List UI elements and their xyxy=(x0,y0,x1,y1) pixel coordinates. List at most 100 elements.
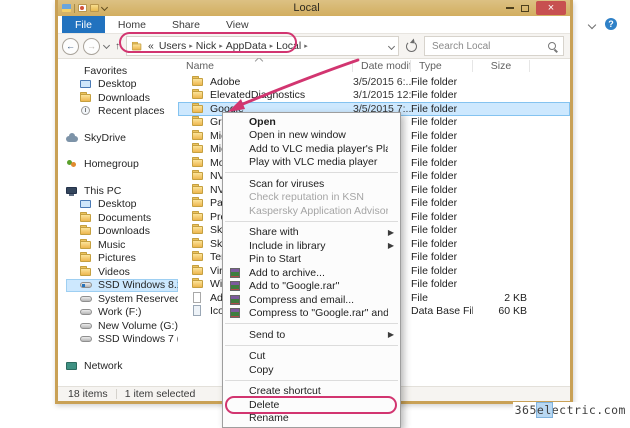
context-menu-item[interactable]: Play with VLC media player ▶ xyxy=(223,156,400,173)
breadcrumb-item[interactable]: AppData xyxy=(225,40,268,52)
context-menu-item[interactable]: Add to VLC media player's Playlist ▶ xyxy=(223,142,400,156)
address-dropdown-chevron-icon[interactable] xyxy=(387,42,396,50)
maximize-button[interactable] xyxy=(521,4,529,12)
breadcrumb-item[interactable]: Users xyxy=(158,40,187,52)
refresh-icon[interactable] xyxy=(406,40,417,52)
context-menu-item[interactable]: Open ▶ xyxy=(223,115,400,129)
column-header-type[interactable]: Type xyxy=(411,60,473,72)
context-menu-item[interactable]: Check reputation in KSN ▶ xyxy=(223,191,400,205)
search-box[interactable] xyxy=(424,36,564,56)
file-type: File folder xyxy=(411,170,458,183)
breadcrumb-separator-icon[interactable]: ▸ xyxy=(302,42,310,50)
search-input[interactable] xyxy=(430,39,547,53)
column-header-name[interactable]: Name xyxy=(178,60,353,72)
context-menu-item[interactable]: Open in new window ▶ xyxy=(223,129,400,143)
address-breadcrumb-box[interactable]: « Users ▸ Nick ▸ AppData ▸ Local ▸ xyxy=(126,36,399,56)
breadcrumb-separator-icon[interactable]: ▸ xyxy=(187,42,195,50)
folder-icon xyxy=(192,170,205,182)
context-menu-item[interactable]: Compress to "Google.rar" and email ▶ xyxy=(223,307,400,324)
divider xyxy=(115,389,117,399)
context-menu-item[interactable]: Add to archive... ▶ xyxy=(223,266,400,280)
folder-icon xyxy=(192,102,205,115)
file-type: File folder xyxy=(411,183,458,196)
context-menu-item[interactable]: Share with ▶ xyxy=(223,226,400,240)
recent-locations-chevron-icon[interactable] xyxy=(102,41,111,49)
context-menu-item[interactable]: Create shortcut ▶ xyxy=(223,385,400,399)
context-menu-item[interactable]: Cut ▶ xyxy=(223,350,400,364)
sidebar-item[interactable]: Favorites xyxy=(66,64,178,78)
sidebar-item[interactable]: SkyDrive xyxy=(66,131,178,145)
sidebar-item[interactable]: Downloads xyxy=(66,225,178,239)
folder-icon xyxy=(192,75,205,88)
drive-icon xyxy=(80,320,93,332)
breadcrumb-item[interactable]: Local xyxy=(275,40,302,52)
context-menu-item[interactable]: Include in library ▶ xyxy=(223,239,400,253)
sidebar-item[interactable]: Homegroup xyxy=(66,158,178,172)
context-menu-item[interactable]: Kaspersky Application Advisor ▶ xyxy=(223,204,400,221)
sidebar-item[interactable]: Desktop xyxy=(66,198,178,212)
file-type: File folder xyxy=(411,143,458,156)
context-menu-item[interactable]: Copy ▶ xyxy=(223,363,400,380)
submenu-arrow-icon: ▶ xyxy=(387,241,394,251)
sidebar-item[interactable]: System Reserved (D:) xyxy=(66,292,178,306)
sidebar-item[interactable]: This PC xyxy=(66,184,178,198)
breadcrumb-separator-icon[interactable]: ▸ xyxy=(268,42,276,50)
file-type: File folder xyxy=(411,75,458,88)
close-button[interactable]: × xyxy=(536,1,566,15)
context-menu-item[interactable]: Compress and email... ▶ xyxy=(223,293,400,307)
help-icon[interactable]: ? xyxy=(605,18,617,30)
new-folder-icon[interactable] xyxy=(90,4,99,12)
breadcrumb-prefix: « xyxy=(148,40,154,52)
back-button[interactable]: ← xyxy=(62,37,79,55)
sidebar-item[interactable]: SSD Windows 8.1 (C:) xyxy=(66,278,178,292)
ribbon-tab[interactable]: Share xyxy=(159,16,213,33)
context-menu-item[interactable]: Pin to Start ▶ xyxy=(223,253,400,267)
sidebar-item[interactable]: Work (F:) xyxy=(66,306,178,320)
context-menu-item[interactable]: Rename ▶ xyxy=(223,412,400,426)
breadcrumb-separator-icon[interactable]: ▸ xyxy=(217,42,225,50)
folder-icon xyxy=(192,116,205,128)
file-row[interactable]: Adobe 3/5/2015 6:... File folder xyxy=(178,75,570,89)
file-page-icon xyxy=(192,291,205,304)
sidebar-item[interactable]: New Volume (G:) xyxy=(66,319,178,333)
column-header-size[interactable]: Size xyxy=(473,60,530,72)
forward-button[interactable]: → xyxy=(83,37,100,55)
sidebar-item[interactable]: Desktop xyxy=(66,78,178,92)
file-date: 3/1/2015 12:... xyxy=(353,89,411,102)
address-bar: ← → ↑ « Users ▸ Nick ▸ AppData ▸ Local ▸… xyxy=(58,34,570,59)
collapse-ribbon-chevron-icon[interactable] xyxy=(587,20,597,30)
folder-icon xyxy=(192,264,205,277)
winrar-icon xyxy=(229,280,242,292)
file-row[interactable]: ElevatedDiagnostics 3/1/2015 12:... File… xyxy=(178,89,570,103)
ribbon-tab[interactable]: Home xyxy=(105,16,159,33)
up-button[interactable]: ↑ xyxy=(115,41,120,52)
properties-icon[interactable] xyxy=(78,4,87,12)
search-icon[interactable] xyxy=(547,41,558,52)
sidebar-item[interactable]: Pictures xyxy=(66,252,178,266)
breadcrumb-item[interactable]: Nick xyxy=(195,40,217,52)
column-header-date[interactable]: Date modifi... xyxy=(353,60,411,72)
folder-icon xyxy=(192,89,205,101)
file-type: File folder xyxy=(411,224,458,237)
ribbon-tab[interactable]: View xyxy=(213,16,262,33)
sidebar-item[interactable]: Documents xyxy=(66,211,178,225)
db-file-icon xyxy=(192,305,205,317)
star-icon xyxy=(66,65,79,77)
ribbon-tab[interactable]: File xyxy=(62,16,105,33)
context-menu-item[interactable]: Send to ▶ xyxy=(223,328,400,345)
minimize-button[interactable] xyxy=(506,7,514,9)
sidebar-item[interactable]: SSD Windows 7 (H:) xyxy=(66,333,178,347)
sidebar-item[interactable]: Recent places xyxy=(66,105,178,119)
sidebar-item[interactable]: Music xyxy=(66,238,178,252)
context-menu-item[interactable]: Add to "Google.rar" ▶ xyxy=(223,280,400,294)
context-menu: Open ▶ Open in new window ▶ Add to VLC m… xyxy=(222,112,401,428)
context-menu-item[interactable]: Scan for viruses ▶ xyxy=(223,177,400,191)
sidebar-item[interactable]: Videos xyxy=(66,265,178,279)
folder-icon xyxy=(131,41,143,50)
downloads-folder-icon xyxy=(80,225,93,237)
sidebar-item[interactable]: Network xyxy=(66,359,178,373)
pc-icon xyxy=(66,185,79,197)
context-menu-item[interactable]: Delete ▶ xyxy=(223,395,400,414)
monitor-icon xyxy=(80,198,93,210)
sidebar-item[interactable]: Downloads xyxy=(66,91,178,105)
